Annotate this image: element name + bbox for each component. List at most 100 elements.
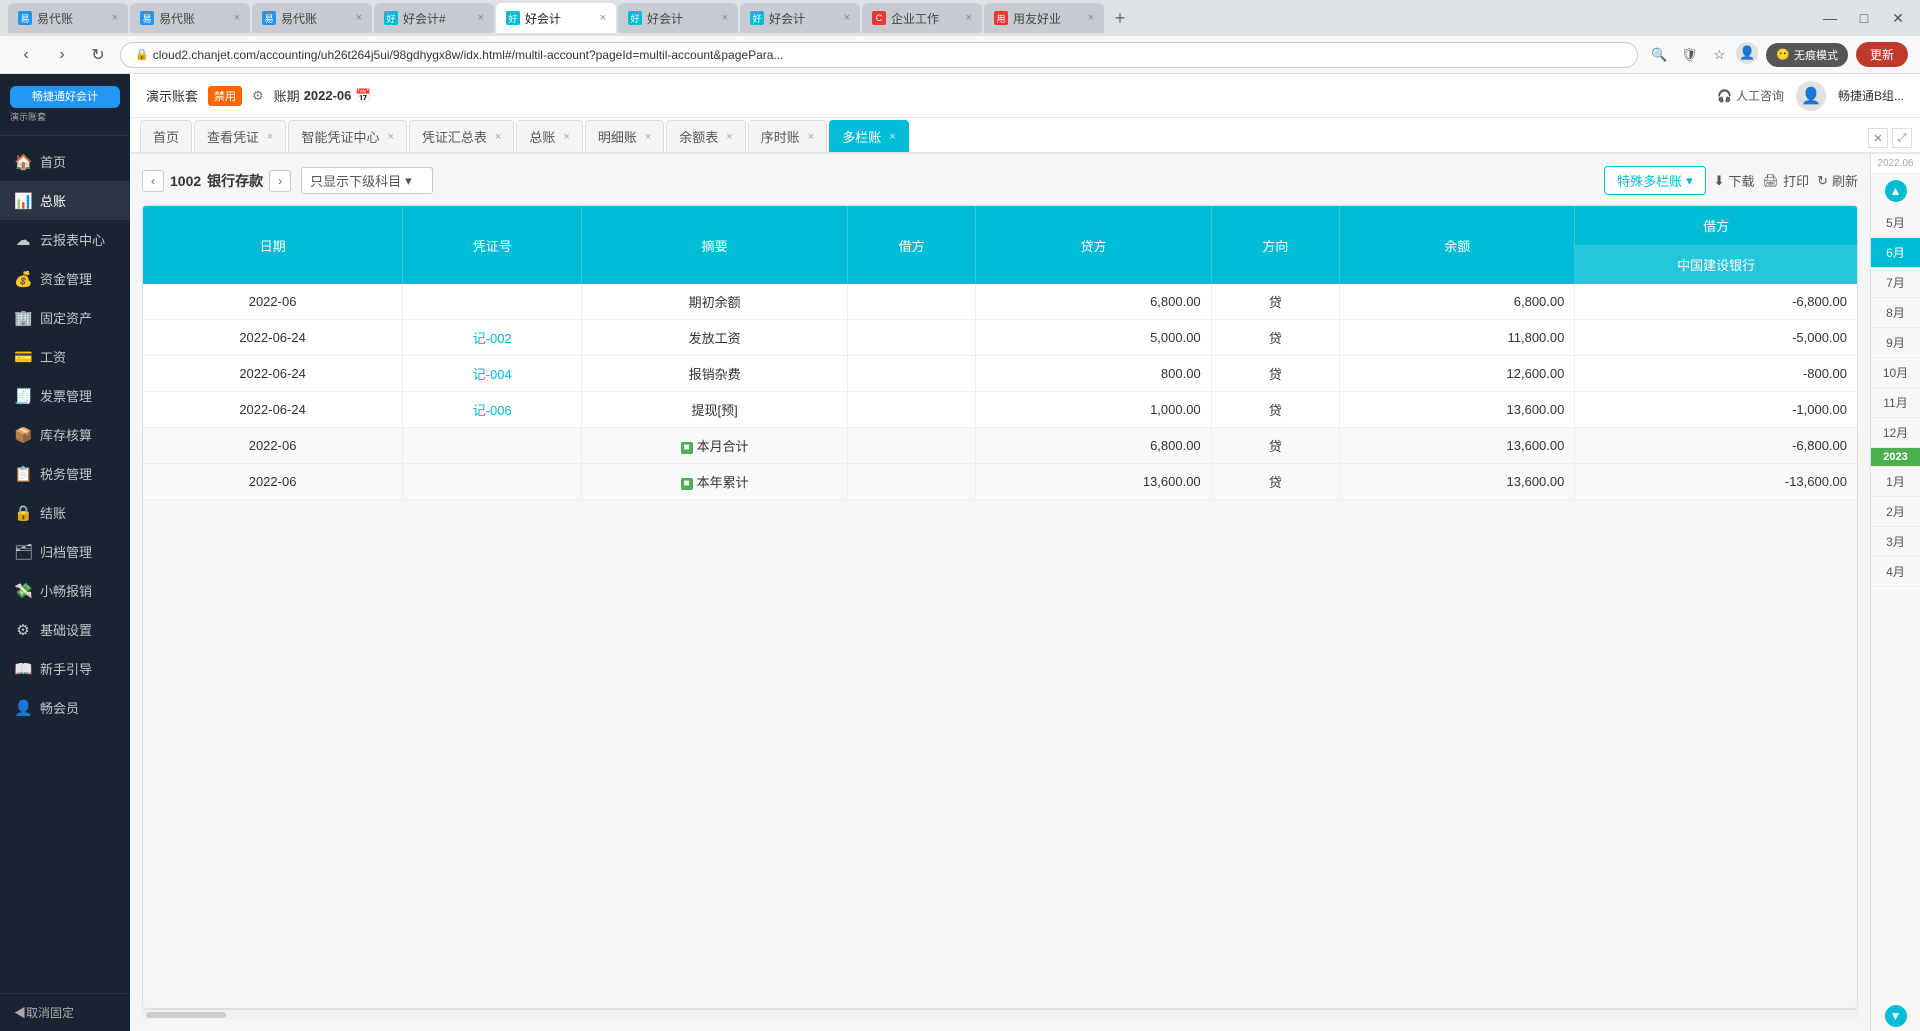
sidebar-item-closing[interactable]: 🔒 结账 — [0, 493, 130, 532]
new-tab-button[interactable]: + — [1106, 4, 1134, 32]
stealth-mode-button[interactable]: 😶 无痕模式 — [1766, 43, 1848, 67]
cal-month-mar-2023[interactable]: 3月 — [1871, 527, 1920, 557]
tab-multi-ledger[interactable]: 多栏账 × — [829, 120, 908, 152]
sidebar-item-invoice[interactable]: 🧾 发票管理 — [0, 376, 130, 415]
browser-close-button[interactable]: ✕ — [1884, 4, 1912, 32]
cal-month-september[interactable]: 9月 — [1871, 328, 1920, 358]
browser-tab-3[interactable]: 易 易代账 × — [252, 3, 372, 33]
cal-month-jan-2023[interactable]: 1月 — [1871, 467, 1920, 497]
cal-month-feb-2023[interactable]: 2月 — [1871, 497, 1920, 527]
minimize-button[interactable]: — — [1816, 4, 1844, 32]
tab-close-6[interactable]: × — [722, 12, 728, 24]
tab-close-1[interactable]: × — [112, 12, 118, 24]
special-ledger-button[interactable]: 特殊多栏账 ▾ — [1604, 166, 1706, 195]
settings-gear-icon[interactable]: ⚙ — [252, 88, 264, 104]
cal-month-may[interactable]: 5月 — [1871, 208, 1920, 238]
cell-credit: 6,800.00 — [976, 428, 1211, 464]
browser-tab-5[interactable]: 好 好会计 × — [496, 3, 616, 33]
cal-month-august[interactable]: 8月 — [1871, 298, 1920, 328]
tab-home[interactable]: 首页 — [140, 120, 192, 152]
tab-close-3[interactable]: × — [356, 12, 362, 24]
sidebar-item-settings[interactable]: ⚙ 基础设置 — [0, 610, 130, 649]
browser-tab-2[interactable]: 易 易代账 × — [130, 3, 250, 33]
sidebar-item-inventory[interactable]: 📦 库存核算 — [0, 415, 130, 454]
sidebar-item-fixed-asset[interactable]: 🏢 固定资产 — [0, 298, 130, 337]
filter-dropdown[interactable]: 只显示下级科目 ▾ — [301, 167, 433, 194]
refresh-ledger-button[interactable]: ↻ 刷新 — [1817, 171, 1858, 190]
sidebar-item-salary[interactable]: 💳 工资 — [0, 337, 130, 376]
tab-smart-center[interactable]: 智能凭证中心 × — [288, 120, 406, 152]
tab-time-ledger-close[interactable]: × — [808, 131, 814, 143]
sidebar-item-guide[interactable]: 📖 新手引导 — [0, 649, 130, 688]
tab-voucher-summary-close[interactable]: × — [495, 131, 501, 143]
voucher-link[interactable]: 记-004 — [473, 367, 512, 382]
calendar-icon[interactable]: 📅 — [355, 88, 371, 104]
download-button[interactable]: ⬇ 下载 — [1714, 171, 1755, 190]
profile-icon[interactable]: 👤 — [1736, 42, 1758, 64]
refresh-button[interactable]: ↻ — [84, 41, 112, 69]
cal-scroll-down-button[interactable]: ▼ — [1871, 1001, 1920, 1031]
browser-tab-8[interactable]: C 企业工作 × — [862, 3, 982, 33]
cal-month-apr-2023[interactable]: 4月 — [1871, 557, 1920, 587]
tab-detail-ledger[interactable]: 明细账 × — [585, 120, 664, 152]
tab-close-8[interactable]: × — [966, 12, 972, 24]
url-input[interactable]: 🔒 cloud2.chanjet.com/accounting/uh26t264… — [120, 42, 1638, 68]
tab-favicon-6: 好 — [628, 11, 642, 25]
tab-smart-center-close[interactable]: × — [387, 131, 393, 143]
tab-voucher-check-close[interactable]: × — [267, 131, 273, 143]
user-avatar[interactable]: 👤 — [1796, 81, 1826, 111]
cal-year-header: 2022.06 — [1871, 154, 1920, 174]
extension-icon[interactable]: 🛡 — [1676, 42, 1702, 68]
sidebar-item-tax[interactable]: 📋 税务管理 — [0, 454, 130, 493]
browser-tab-6[interactable]: 好 好会计 × — [618, 3, 738, 33]
cal-scroll-up-button[interactable]: ▲ — [1875, 176, 1916, 206]
tab-multi-ledger-close[interactable]: × — [889, 131, 895, 143]
tab-close-4[interactable]: × — [478, 12, 484, 24]
scrollbar-thumb[interactable] — [146, 1012, 226, 1018]
cal-month-november[interactable]: 11月 — [1871, 388, 1920, 418]
browser-tab-1[interactable]: 易 易代账 × — [8, 3, 128, 33]
sidebar-item-archive[interactable]: 🗂 归档管理 — [0, 532, 130, 571]
tab-balance-table-close[interactable]: × — [726, 131, 732, 143]
close-panel-button[interactable]: ✕ — [1868, 128, 1888, 148]
sidebar-item-home[interactable]: 🏠 首页 — [0, 142, 130, 181]
sidebar-item-member[interactable]: 👤 畅会员 — [0, 688, 130, 727]
next-subject-button[interactable]: › — [269, 170, 291, 192]
tab-time-ledger[interactable]: 序时账 × — [748, 120, 827, 152]
consult-button[interactable]: 🎧 人工咨询 — [1717, 87, 1784, 104]
voucher-link[interactable]: 记-002 — [473, 331, 512, 346]
expand-panel-button[interactable]: ⤢ — [1892, 128, 1912, 148]
sidebar-item-fund[interactable]: 💰 资金管理 — [0, 259, 130, 298]
tab-general-ledger-close[interactable]: × — [563, 131, 569, 143]
horizontal-scrollbar[interactable] — [142, 1009, 1858, 1019]
browser-tab-4[interactable]: 好 好会计# × — [374, 3, 494, 33]
tab-general-ledger[interactable]: 总账 × — [516, 120, 582, 152]
print-button[interactable]: 🖨 打印 — [1763, 171, 1810, 190]
voucher-link[interactable]: 记-006 — [473, 403, 512, 418]
bookmark-icon[interactable]: ☆ — [1706, 42, 1732, 68]
browser-tab-9[interactable]: 用 用友好业 × — [984, 3, 1104, 33]
search-icon[interactable]: 🔍 — [1646, 42, 1672, 68]
tab-voucher-summary[interactable]: 凭证汇总表 × — [409, 120, 514, 152]
tab-close-9[interactable]: × — [1088, 12, 1094, 24]
forward-button[interactable]: › — [48, 41, 76, 69]
cal-month-june[interactable]: 6月 — [1871, 238, 1920, 268]
browser-tab-7[interactable]: 好 好会计 × — [740, 3, 860, 33]
tab-balance-table[interactable]: 余额表 × — [666, 120, 745, 152]
tab-voucher-check[interactable]: 查看凭证 × — [194, 120, 286, 152]
cal-month-october[interactable]: 10月 — [1871, 358, 1920, 388]
sidebar-item-general[interactable]: 📊 总账 — [0, 181, 130, 220]
tab-close-5[interactable]: × — [600, 12, 606, 24]
cal-month-december[interactable]: 12月 — [1871, 418, 1920, 448]
cal-month-july[interactable]: 7月 — [1871, 268, 1920, 298]
sidebar-item-cloud-report[interactable]: ☁ 云报表中心 — [0, 220, 130, 259]
tab-close-2[interactable]: × — [234, 12, 240, 24]
tab-detail-ledger-close[interactable]: × — [645, 131, 651, 143]
unpin-button[interactable]: ◀取消固定 — [14, 1004, 116, 1021]
prev-subject-button[interactable]: ‹ — [142, 170, 164, 192]
update-button[interactable]: 更新 — [1856, 42, 1908, 67]
tab-close-7[interactable]: × — [844, 12, 850, 24]
sidebar-item-expense[interactable]: 💸 小畅报销 — [0, 571, 130, 610]
back-button[interactable]: ‹ — [12, 41, 40, 69]
restore-button[interactable]: □ — [1850, 4, 1878, 32]
